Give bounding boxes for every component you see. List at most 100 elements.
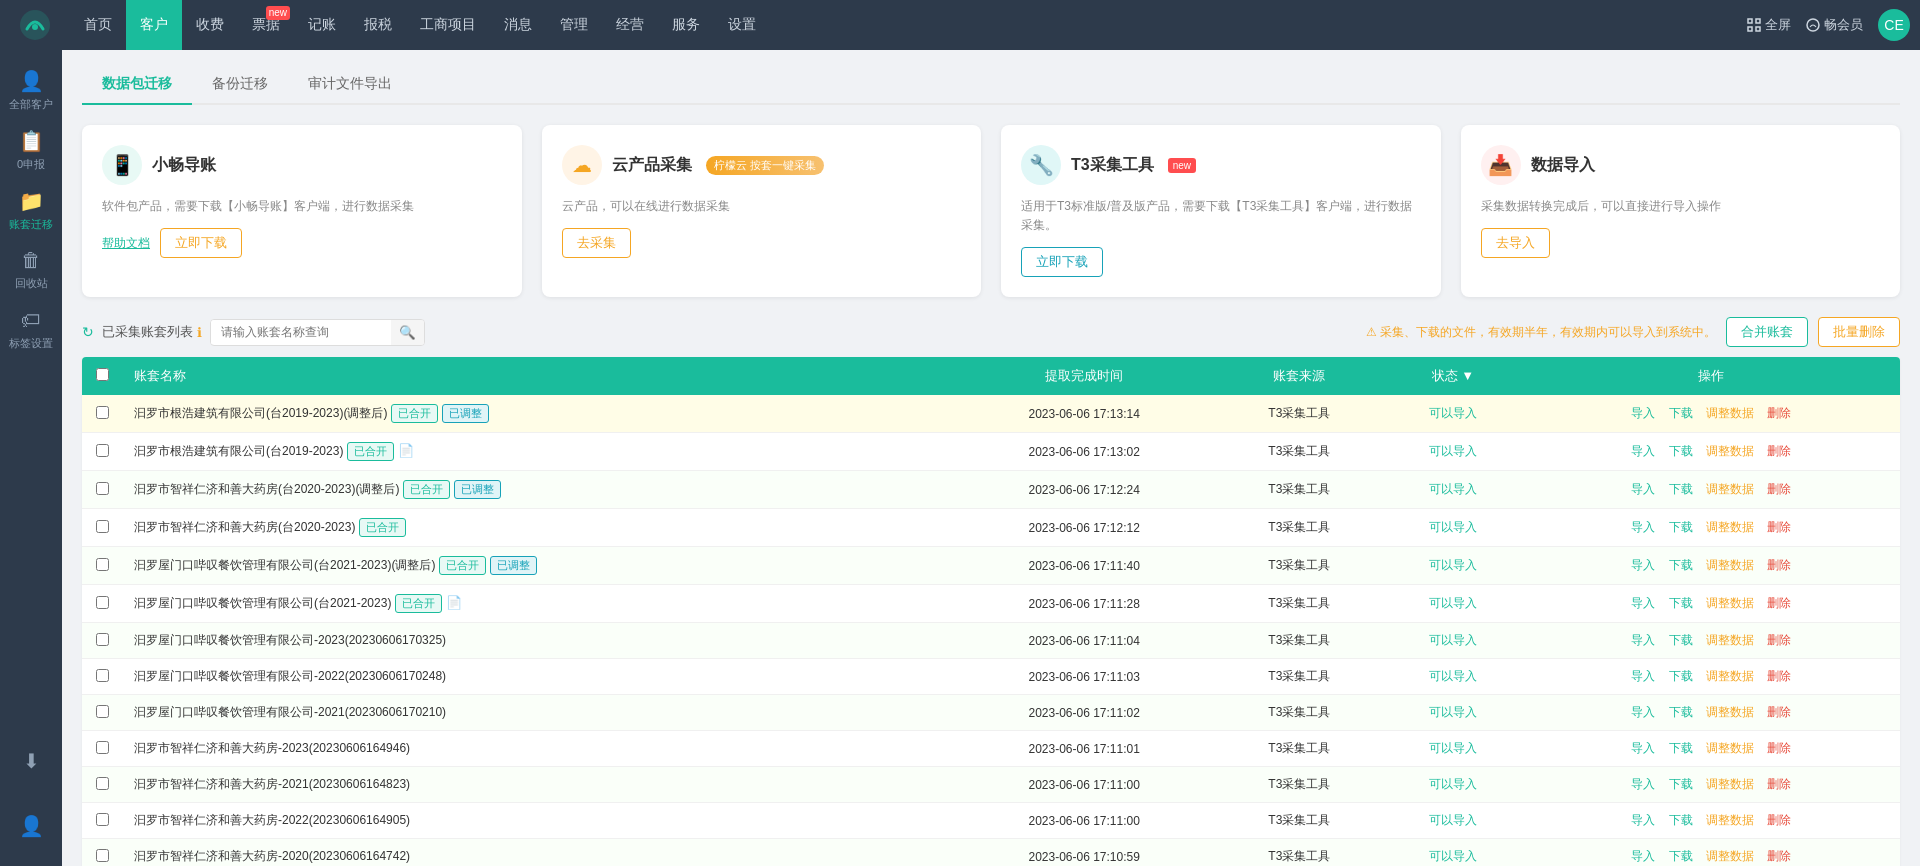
import-link[interactable]: 导入 [1631,813,1655,827]
download-link[interactable]: 下载 [1669,669,1693,683]
sidebar-item-recycle[interactable]: 🗑 回收站 [0,240,62,300]
sidebar-item-account-migrate[interactable]: 📁 账套迁移 [0,180,62,240]
download-link[interactable]: 下载 [1669,596,1693,610]
delete-link[interactable]: 删除 [1767,596,1791,610]
import-link[interactable]: 导入 [1631,633,1655,647]
nav-home[interactable]: 首页 [70,0,126,50]
row-checkbox[interactable] [96,596,109,609]
delete-link[interactable]: 删除 [1767,520,1791,534]
sidebar-item-tag-settings[interactable]: 🏷 标签设置 [0,300,62,360]
app-logo[interactable] [10,0,60,50]
cloud-collect-btn[interactable]: 去采集 [562,228,631,258]
download-link[interactable]: 下载 [1669,406,1693,420]
adjust-data-link[interactable]: 调整数据 [1706,520,1754,534]
tab-audit-export[interactable]: 审计文件导出 [288,65,412,105]
nav-settings[interactable]: 设置 [714,0,770,50]
member-btn[interactable]: 畅会员 [1806,16,1863,34]
row-checkbox[interactable] [96,777,109,790]
adjust-data-link[interactable]: 调整数据 [1706,558,1754,572]
delete-link[interactable]: 删除 [1767,741,1791,755]
download-link[interactable]: 下载 [1669,705,1693,719]
import-link[interactable]: 导入 [1631,520,1655,534]
import-link[interactable]: 导入 [1631,849,1655,863]
row-checkbox[interactable] [96,633,109,646]
download-link[interactable]: 下载 [1669,849,1693,863]
row-checkbox[interactable] [96,813,109,826]
nav-service[interactable]: 服务 [658,0,714,50]
nav-manage[interactable]: 管理 [546,0,602,50]
adjust-data-link[interactable]: 调整数据 [1706,669,1754,683]
delete-link[interactable]: 删除 [1767,705,1791,719]
delete-link[interactable]: 删除 [1767,633,1791,647]
row-checkbox[interactable] [96,520,109,533]
download-link[interactable]: 下载 [1669,633,1693,647]
import-link[interactable]: 导入 [1631,558,1655,572]
batch-delete-btn[interactable]: 批量删除 [1818,317,1900,347]
import-link[interactable]: 导入 [1631,705,1655,719]
sidebar-item-profile[interactable]: 👤 [0,796,62,856]
row-checkbox[interactable] [96,482,109,495]
adjust-data-link[interactable]: 调整数据 [1706,777,1754,791]
nav-accounting[interactable]: 记账 [294,0,350,50]
delete-link[interactable]: 删除 [1767,482,1791,496]
adjust-data-link[interactable]: 调整数据 [1706,633,1754,647]
dataimport-go-btn[interactable]: 去导入 [1481,228,1550,258]
delete-link[interactable]: 删除 [1767,444,1791,458]
tab-data-migrate[interactable]: 数据包迁移 [82,65,192,105]
row-checkbox[interactable] [96,741,109,754]
nav-message[interactable]: 消息 [490,0,546,50]
user-avatar[interactable]: CE [1878,9,1910,41]
download-link[interactable]: 下载 [1669,520,1693,534]
import-link[interactable]: 导入 [1631,669,1655,683]
import-link[interactable]: 导入 [1631,596,1655,610]
row-checkbox[interactable] [96,406,109,419]
adjust-data-link[interactable]: 调整数据 [1706,705,1754,719]
search-button[interactable]: 🔍 [391,320,424,345]
nav-tax[interactable]: 报税 [350,0,406,50]
fullscreen-btn[interactable]: 全屏 [1747,16,1791,34]
nav-operation[interactable]: 经营 [602,0,658,50]
import-link[interactable]: 导入 [1631,444,1655,458]
row-checkbox[interactable] [96,669,109,682]
select-all-checkbox[interactable] [96,368,109,381]
nav-invoice[interactable]: 票据new [238,0,294,50]
import-link[interactable]: 导入 [1631,406,1655,420]
row-checkbox[interactable] [96,849,109,862]
download-link[interactable]: 下载 [1669,482,1693,496]
xiaochang-help-link[interactable]: 帮助文档 [102,235,150,252]
sidebar-item-all-clients[interactable]: 👤 全部客户 [0,60,62,120]
nav-client[interactable]: 客户 [126,0,182,50]
row-checkbox[interactable] [96,705,109,718]
delete-link[interactable]: 删除 [1767,558,1791,572]
adjust-data-link[interactable]: 调整数据 [1706,741,1754,755]
search-input[interactable] [211,320,391,344]
nav-business[interactable]: 工商项目 [406,0,490,50]
adjust-data-link[interactable]: 调整数据 [1706,849,1754,863]
merge-account-btn[interactable]: 合并账套 [1726,317,1808,347]
import-link[interactable]: 导入 [1631,741,1655,755]
adjust-data-link[interactable]: 调整数据 [1706,444,1754,458]
delete-link[interactable]: 删除 [1767,777,1791,791]
adjust-data-link[interactable]: 调整数据 [1706,406,1754,420]
download-link[interactable]: 下载 [1669,558,1693,572]
row-checkbox[interactable] [96,558,109,571]
sidebar-item-download[interactable]: ⬇ [0,731,62,791]
download-link[interactable]: 下载 [1669,444,1693,458]
xiaochang-download-btn[interactable]: 立即下载 [160,228,242,258]
delete-link[interactable]: 删除 [1767,406,1791,420]
import-link[interactable]: 导入 [1631,777,1655,791]
delete-link[interactable]: 删除 [1767,849,1791,863]
row-checkbox[interactable] [96,444,109,457]
tab-backup-migrate[interactable]: 备份迁移 [192,65,288,105]
delete-link[interactable]: 删除 [1767,669,1791,683]
sidebar-item-zero-report[interactable]: 📋 0申报 [0,120,62,180]
download-link[interactable]: 下载 [1669,777,1693,791]
nav-fee[interactable]: 收费 [182,0,238,50]
download-link[interactable]: 下载 [1669,813,1693,827]
refresh-icon[interactable]: ↻ [82,324,94,340]
adjust-data-link[interactable]: 调整数据 [1706,596,1754,610]
download-link[interactable]: 下载 [1669,741,1693,755]
adjust-data-link[interactable]: 调整数据 [1706,813,1754,827]
delete-link[interactable]: 删除 [1767,813,1791,827]
import-link[interactable]: 导入 [1631,482,1655,496]
